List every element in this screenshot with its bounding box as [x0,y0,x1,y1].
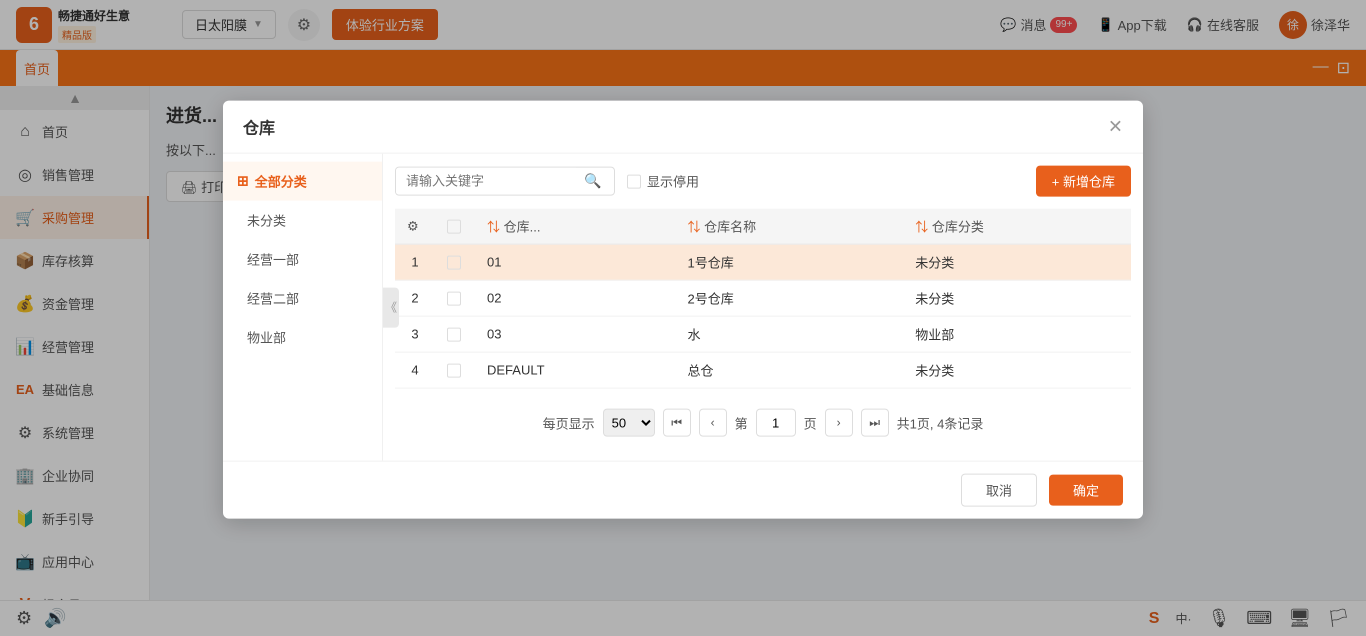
table-row[interactable]: 1 01 1号仓库 未分类 [395,244,1131,280]
grid-icon: ⊞ [237,173,249,190]
search-icon[interactable]: 🔍 [576,173,609,190]
row-code-2: 02 [475,280,676,316]
last-page-btn[interactable]: ⏭ [861,409,889,437]
th-name: ⇅ 仓库名称 [676,209,904,245]
row-num-1: 1 [395,244,435,280]
table-row[interactable]: 2 02 2号仓库 未分类 [395,280,1131,316]
pagination: 每页显示 50 100 ⏮ ‹ 第 页 › ⏭ 共1页, 4条记录 [395,397,1131,449]
table-wrapper: ⚙ ⇅ 仓库... ⇅ 仓库名称 [395,209,1131,389]
cat-item-operation1[interactable]: 经营一部 [223,240,382,279]
dialog-title: 仓库 [243,115,275,139]
th-checkbox [435,209,475,245]
row-code-3: 03 [475,316,676,352]
select-all-checkbox[interactable] [447,219,461,233]
cancel-btn[interactable]: 取消 [961,474,1037,507]
row-name-1: 1号仓库 [676,244,904,280]
row-name-2: 2号仓库 [676,280,904,316]
row-name-4: 总仓 [676,352,904,388]
row-cat-3: 物业部 [903,316,1131,352]
dialog-sidebar: ⊞ 全部分类 未分类 经营一部 经营二部 物业部 《 [223,154,383,461]
row-checkbox-4[interactable] [435,352,475,388]
row-cat-2: 未分类 [903,280,1131,316]
dialog-body: ⊞ 全部分类 未分类 经营一部 经营二部 物业部 《 🔍 显示停用 [223,154,1143,461]
row-checkbox-3[interactable] [435,316,475,352]
first-page-btn[interactable]: ⏮ [663,409,691,437]
show-disabled-toggle[interactable]: 显示停用 [627,172,699,191]
cat-item-property[interactable]: 物业部 [223,318,382,357]
row-num-2: 2 [395,280,435,316]
add-warehouse-btn[interactable]: + 新增仓库 [1036,166,1131,197]
per-page-label: 每页显示 [543,413,595,432]
table-row[interactable]: 4 DEFAULT 总仓 未分类 [395,352,1131,388]
th-settings: ⚙ [395,209,435,245]
dialog-footer: 取消 确定 [223,461,1143,519]
row-checkbox-1[interactable] [435,244,475,280]
dialog-close-btn[interactable]: ✕ [1108,116,1123,137]
table-row[interactable]: 3 03 水 物业部 [395,316,1131,352]
cat-item-unclassified[interactable]: 未分类 [223,201,382,240]
table-header: ⚙ ⇅ 仓库... ⇅ 仓库名称 [395,209,1131,245]
sort-icon-cat[interactable]: ⇅ [915,220,928,235]
category-header-label: 全部分类 [255,172,307,191]
row-code-1: 01 [475,244,676,280]
table-body: 1 01 1号仓库 未分类 2 02 2号仓库 未分类 [395,244,1131,388]
row-checkbox-2[interactable] [435,280,475,316]
confirm-btn[interactable]: 确定 [1049,475,1123,506]
th-code: ⇅ 仓库... [475,209,676,245]
warehouse-table: ⚙ ⇅ 仓库... ⇅ 仓库名称 [395,209,1131,389]
page-label: 第 [735,413,748,432]
search-bar: 🔍 显示停用 + 新增仓库 [395,166,1131,197]
search-input[interactable] [396,168,576,195]
sort-icon-name[interactable]: ⇅ [688,220,701,235]
warehouse-dialog: 仓库 ✕ ⊞ 全部分类 未分类 经营一部 经营二部 物业部 《 🔍 [223,101,1143,519]
cat-item-operation2[interactable]: 经营二部 [223,279,382,318]
page-input[interactable] [756,409,796,437]
row-name-3: 水 [676,316,904,352]
th-category: ⇅ 仓库分类 [903,209,1131,245]
prev-page-btn[interactable]: ‹ [699,409,727,437]
sidebar-collapse-handle[interactable]: 《 [383,287,399,327]
category-header[interactable]: ⊞ 全部分类 [223,162,382,201]
settings-icon: ⚙ [407,218,419,233]
row-num-3: 3 [395,316,435,352]
dialog-main: 🔍 显示停用 + 新增仓库 ⚙ [383,154,1143,461]
dialog-header: 仓库 ✕ [223,101,1143,154]
row-cat-4: 未分类 [903,352,1131,388]
sort-icon-code[interactable]: ⇅ [487,220,500,235]
total-label: 共1页, 4条记录 [897,413,984,432]
per-page-select[interactable]: 50 100 [603,409,655,437]
row-cat-1: 未分类 [903,244,1131,280]
search-input-wrap: 🔍 [395,167,615,196]
show-disabled-checkbox[interactable] [627,174,641,188]
show-disabled-label: 显示停用 [647,172,699,191]
row-code-4: DEFAULT [475,352,676,388]
next-page-btn[interactable]: › [825,409,853,437]
row-num-4: 4 [395,352,435,388]
page-suffix: 页 [804,413,817,432]
